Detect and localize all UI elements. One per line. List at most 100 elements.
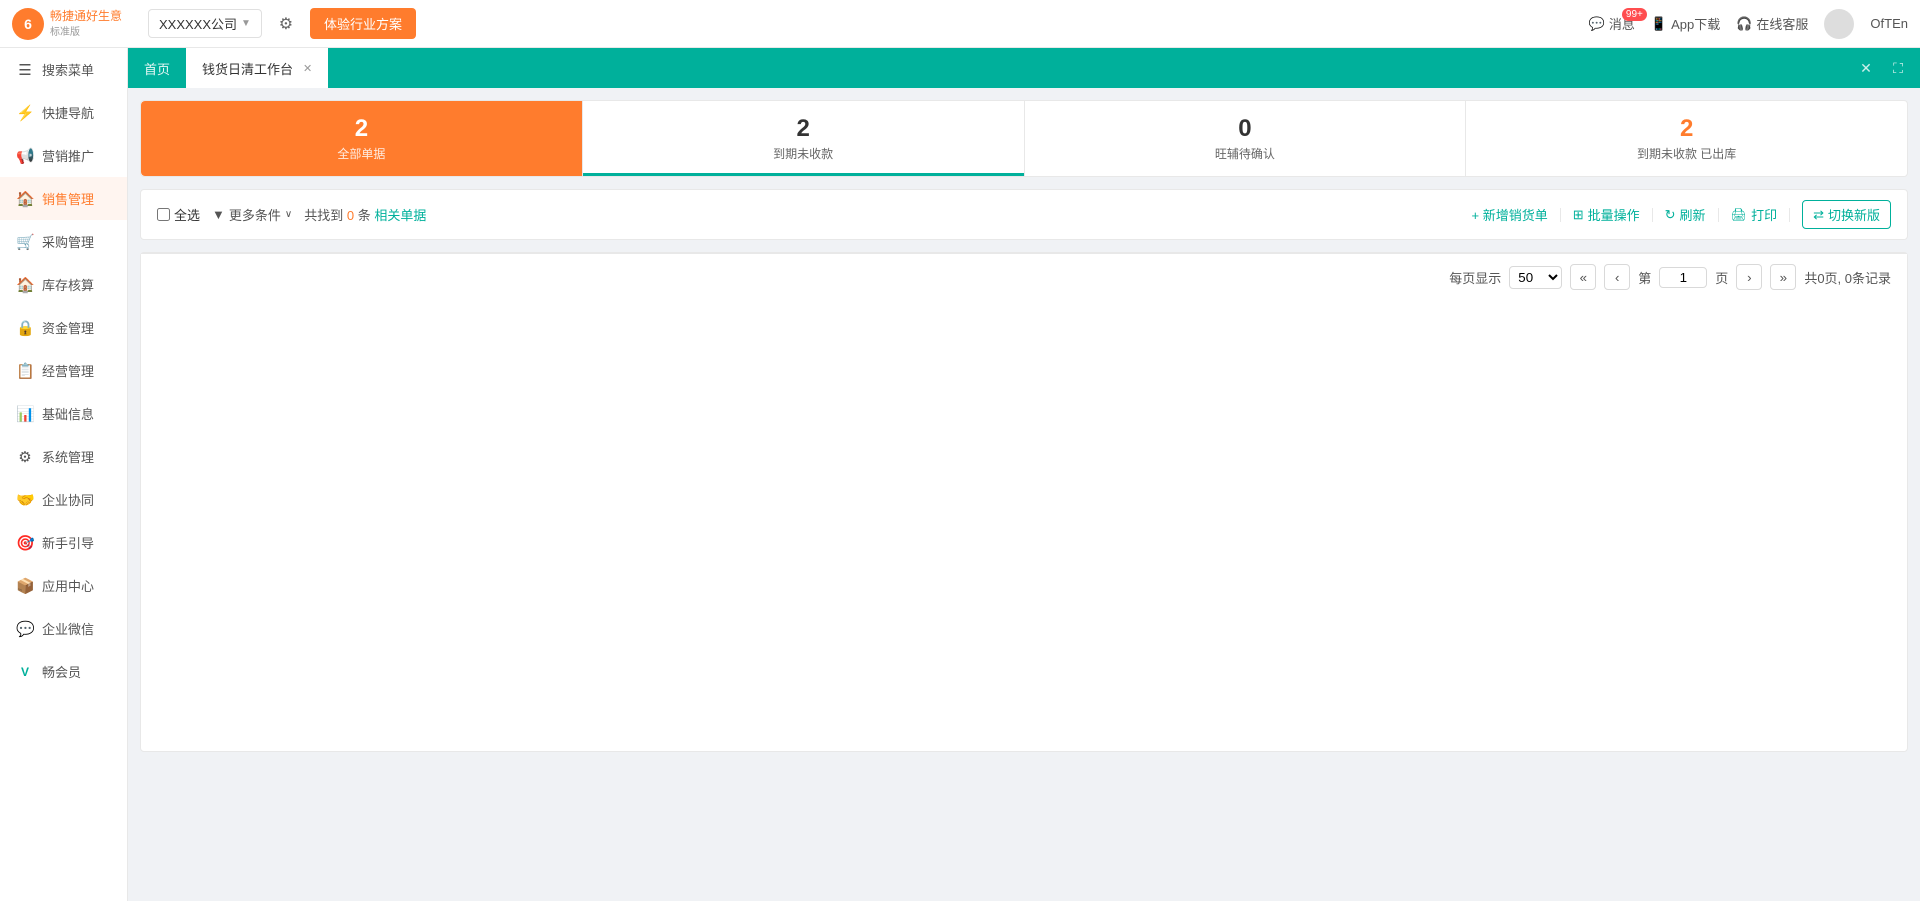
select-all-label: 全选 (174, 205, 200, 224)
chevron-icon: ∨ (285, 209, 292, 220)
stat-wangwang-label: 旺辅待确认 (1045, 145, 1446, 162)
logo-area: 6 畅捷通好生意 标准版 (12, 8, 140, 40)
sales-icon: 🏠 (16, 190, 34, 208)
batch-icon: ⊞ (1573, 207, 1584, 223)
cooperation-icon: 🤝 (16, 491, 34, 509)
table-area: 每页显示 50 100 200 « ‹ 第 页 › » 共0页, 0条记录 (140, 252, 1908, 752)
online-service-button[interactable]: 🎧 在线客服 (1736, 14, 1808, 33)
sidebar-item-app-center[interactable]: 📦 应用中心 (0, 564, 127, 607)
logo-text-area: 畅捷通好生意 标准版 (50, 9, 122, 38)
stat-shipped-num: 2 (1486, 115, 1887, 143)
per-page-select[interactable]: 50 100 200 (1509, 266, 1562, 289)
stat-card-all[interactable]: 2 全部单据 (141, 101, 583, 176)
sidebar-item-app-center-label: 应用中心 (42, 576, 94, 595)
toolbar: 全选 ▼ 更多条件 ∨ 共找到 0 条 相关单据 + 新增销货单 ⊞ (140, 189, 1908, 240)
tab-expand-button[interactable]: ⛶ (1884, 54, 1912, 82)
sidebar-item-finance[interactable]: 🔒 资金管理 (0, 306, 127, 349)
sidebar-item-purchase[interactable]: 🛒 采购管理 (0, 220, 127, 263)
toolbar-left: 全选 ▼ 更多条件 ∨ 共找到 0 条 相关单据 (157, 205, 426, 224)
select-all-input[interactable] (157, 208, 170, 221)
tab-close-icon[interactable]: ✕ (303, 62, 312, 75)
company-selector[interactable]: XXXXXX公司 ▼ (148, 9, 262, 38)
guide-icon: 🎯 (16, 534, 34, 552)
sidebar-item-guide-label: 新手引导 (42, 533, 94, 552)
refresh-label: 刷新 (1680, 205, 1706, 224)
sidebar-item-quick-nav[interactable]: ⚡ 快捷导航 (0, 91, 127, 134)
add-order-button[interactable]: + 新增销货单 (1471, 205, 1547, 224)
sidebar-item-guide[interactable]: 🎯 新手引导 (0, 521, 127, 564)
sidebar-item-quick-nav-label: 快捷导航 (42, 103, 94, 122)
sidebar-item-operation[interactable]: 📋 经营管理 (0, 349, 127, 392)
divider1 (1560, 208, 1561, 222)
sidebar-item-basic-info-label: 基础信息 (42, 404, 94, 423)
top-bar-left: 6 畅捷通好生意 标准版 XXXXXX公司 ▼ ⚙ 体验行业方案 (12, 8, 416, 40)
marketing-icon: 📢 (16, 147, 34, 165)
avatar[interactable] (1824, 9, 1854, 39)
logo-icon: 6 (12, 8, 44, 40)
switch-version-button[interactable]: ⇄ 切换新版 (1802, 200, 1891, 229)
divider3 (1718, 208, 1719, 222)
prev-page-button[interactable]: ‹ (1604, 264, 1630, 290)
tab-cash-flow-label: 钱货日清工作台 (202, 59, 293, 78)
app-download-button[interactable]: 📱 App下载 (1651, 14, 1720, 33)
found-text: 共找到 0 条 相关单据 (304, 205, 426, 224)
tab-cash-flow[interactable]: 钱货日清工作台 ✕ (186, 48, 328, 88)
sidebar-item-finance-label: 资金管理 (42, 318, 94, 337)
stat-overdue-label: 到期未收款 (603, 145, 1004, 162)
sidebar-item-system-label: 系统管理 (42, 447, 94, 466)
print-label: 打印 (1751, 205, 1777, 224)
page-number-input[interactable] (1659, 267, 1707, 288)
online-service-label: 在线客服 (1756, 14, 1808, 33)
sidebar-item-member[interactable]: V 畅会员 (0, 650, 127, 693)
sidebar-item-basic-info[interactable]: 📊 基础信息 (0, 392, 127, 435)
print-icon: 🖨 (1731, 207, 1748, 223)
sidebar-item-member-label: 畅会员 (42, 662, 81, 681)
user-name[interactable]: OfTEn (1870, 16, 1908, 31)
stat-all-label: 全部单据 (161, 145, 562, 162)
batch-operation-button[interactable]: ⊞ 批量操作 (1573, 205, 1640, 224)
app-name: 畅捷通好生意 (50, 9, 122, 23)
search-menu-icon: ☰ (16, 61, 34, 79)
settings-button[interactable]: ⚙ (270, 8, 302, 40)
filter-icon: ▼ (212, 207, 225, 222)
tab-bar-actions: ✕ ⛶ (1852, 54, 1920, 82)
sidebar-item-sales-label: 销售管理 (42, 189, 94, 208)
select-all-checkbox[interactable]: 全选 (157, 205, 200, 224)
related-orders-link[interactable]: 相关单据 (374, 208, 426, 223)
refresh-icon: ↻ (1665, 207, 1676, 223)
sidebar-item-operation-label: 经营管理 (42, 361, 94, 380)
system-icon: ⚙ (16, 448, 34, 466)
print-button[interactable]: 🖨 打印 (1731, 205, 1778, 224)
trial-button[interactable]: 体验行业方案 (310, 8, 416, 39)
top-bar-right: 💬 消息 99+ 📱 App下载 🎧 在线客服 OfTEn (1589, 9, 1908, 39)
switch-icon: ⇄ (1813, 207, 1824, 223)
toolbar-right: + 新增销货单 ⊞ 批量操作 ↻ 刷新 🖨 打印 ⇄ (1471, 200, 1891, 229)
sidebar-item-system[interactable]: ⚙ 系统管理 (0, 435, 127, 478)
per-page-label: 每页显示 (1449, 268, 1501, 287)
sidebar-item-inventory[interactable]: 🏠 库存核算 (0, 263, 127, 306)
inventory-icon: 🏠 (16, 276, 34, 294)
next-page-button[interactable]: › (1736, 264, 1762, 290)
sidebar-item-wechat[interactable]: 💬 企业微信 (0, 607, 127, 650)
stat-card-shipped[interactable]: 2 到期未收款 已出库 (1466, 101, 1907, 176)
purchase-icon: 🛒 (16, 233, 34, 251)
company-name: XXXXXX公司 (159, 14, 237, 33)
message-button[interactable]: 💬 消息 99+ (1589, 14, 1635, 33)
stat-card-overdue[interactable]: 2 到期未收款 (583, 101, 1025, 176)
sidebar-item-cooperation[interactable]: 🤝 企业协同 (0, 478, 127, 521)
sidebar-item-search[interactable]: ☰ 搜索菜单 (0, 48, 127, 91)
tab-home[interactable]: 首页 (128, 48, 186, 88)
more-conditions-button[interactable]: ▼ 更多条件 ∨ (212, 205, 292, 224)
divider4 (1789, 208, 1790, 222)
first-page-button[interactable]: « (1570, 264, 1596, 290)
refresh-button[interactable]: ↻ 刷新 (1665, 205, 1706, 224)
sidebar-item-marketing[interactable]: 📢 营销推广 (0, 134, 127, 177)
top-bar: 6 畅捷通好生意 标准版 XXXXXX公司 ▼ ⚙ 体验行业方案 💬 消息 99… (0, 0, 1920, 48)
last-page-button[interactable]: » (1770, 264, 1796, 290)
member-icon: V (16, 665, 34, 679)
stat-card-wangwang[interactable]: 0 旺辅待确认 (1025, 101, 1467, 176)
tab-close-button[interactable]: ✕ (1852, 54, 1880, 82)
stat-all-num: 2 (161, 115, 562, 143)
pagination-summary: 共0页, 0条记录 (1804, 268, 1891, 287)
sidebar-item-sales[interactable]: 🏠 销售管理 (0, 177, 127, 220)
